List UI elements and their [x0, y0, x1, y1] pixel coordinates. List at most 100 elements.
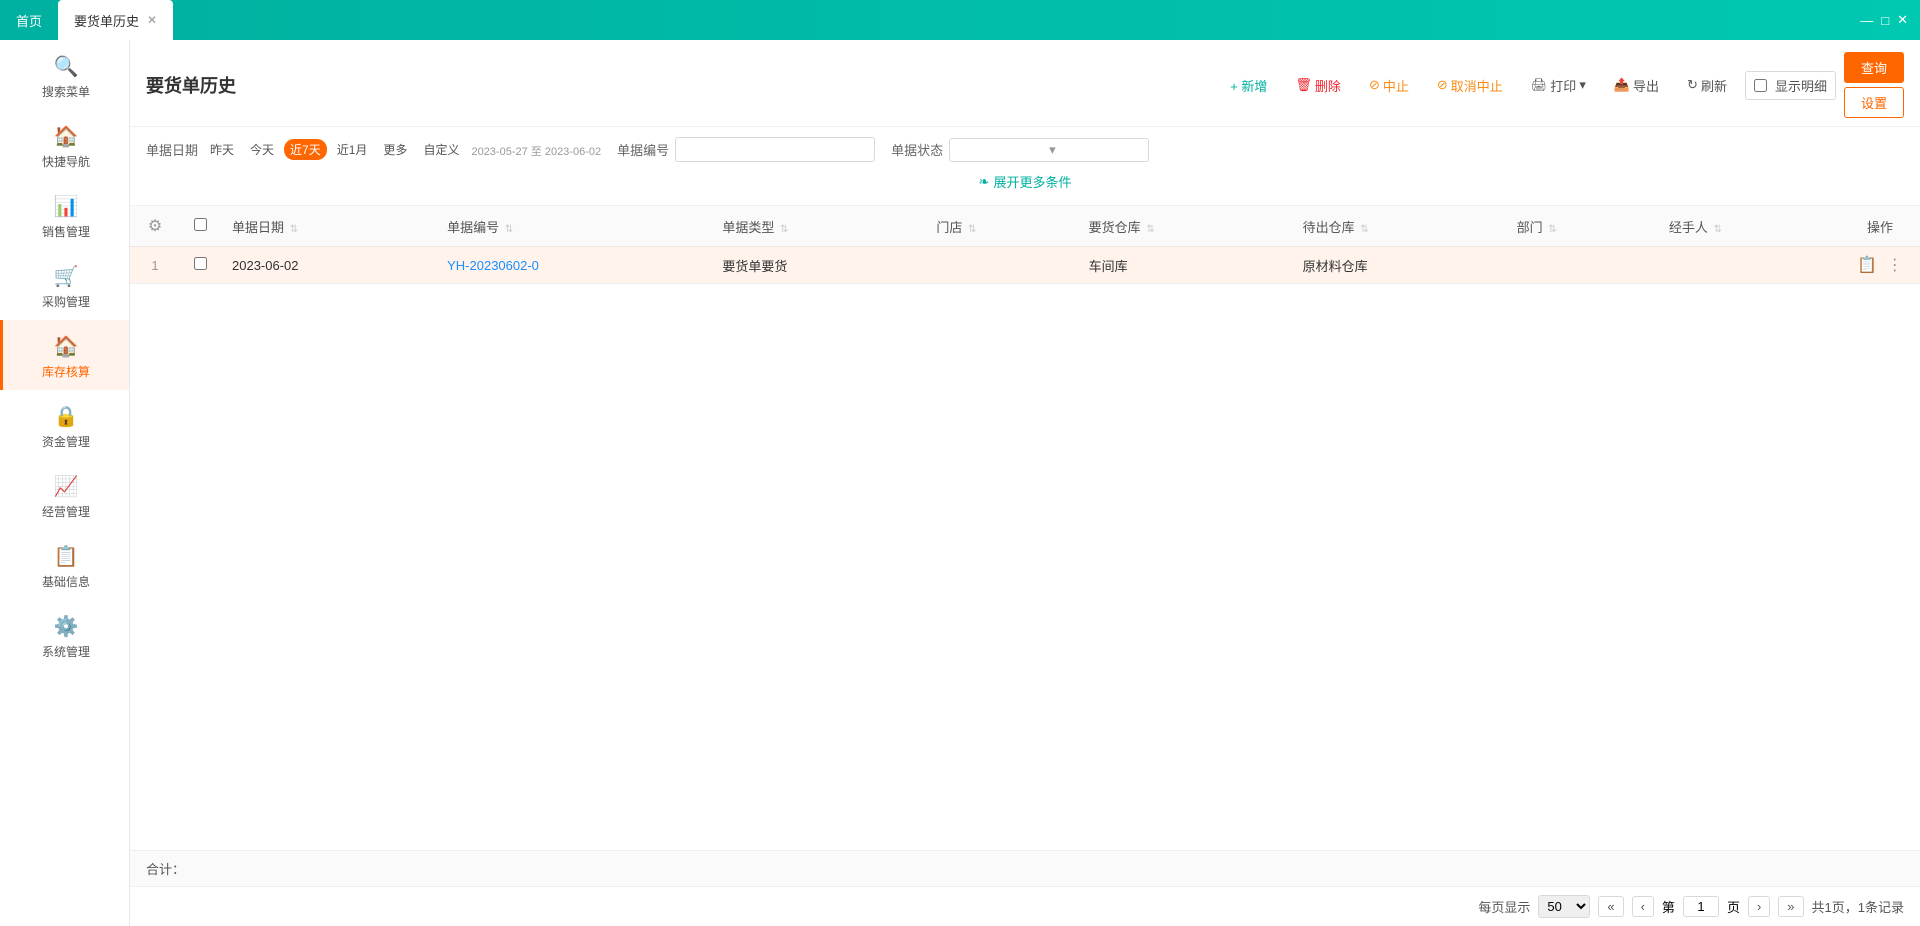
pending-warehouse-sort-icon[interactable]: ⇅ [1360, 224, 1368, 235]
prev-page-button[interactable]: ‹ [1632, 896, 1654, 917]
print-icon: 🖨 [1531, 77, 1548, 93]
tab-close-icon[interactable]: ✕ [147, 13, 157, 27]
tab-home[interactable]: 首页 [0, 0, 58, 40]
row-more-icon[interactable]: ⋮ [1887, 257, 1903, 274]
sidebar-label-inventory: 库存核算 [42, 363, 90, 380]
query-button[interactable]: 查询 [1844, 52, 1904, 83]
check-col-header [180, 206, 220, 247]
shortcut-custom[interactable]: 自定义 [417, 139, 465, 160]
page-header: 要货单历史 + 新增 🗑 删除 ⊘ 中止 ⊘ 取消中止 🖨 打印 [130, 40, 1920, 127]
action-col-header: 操作 [1840, 206, 1920, 247]
shortcut-yesterday[interactable]: 昨天 [204, 139, 240, 160]
sidebar-label-operations: 经营管理 [42, 503, 90, 520]
doc-num-label: 单据编号 [617, 140, 669, 159]
per-page-select[interactable]: 50 20 100 200 [1538, 895, 1590, 918]
department-sort-icon[interactable]: ⇅ [1548, 224, 1556, 235]
shortcut-more[interactable]: 更多 [377, 139, 413, 160]
setting-button[interactable]: 设置 [1844, 87, 1904, 118]
pending-warehouse-col-header: 待出仓库 ⇅ [1291, 206, 1505, 247]
sidebar-item-search-menu[interactable]: 🔍 搜索菜单 [0, 40, 129, 110]
row-edit-icon[interactable]: 📋 [1857, 257, 1877, 274]
sidebar-item-basic-info[interactable]: 📋 基础信息 [0, 530, 129, 600]
basic-info-icon: 📋 [54, 544, 79, 569]
doc-status-filter-group: 单据状态 ▾ [891, 138, 1149, 162]
settings-col-header: ⚙ [130, 206, 180, 247]
filter-area: 单据日期 昨天 今天 近7天 近1月 更多 自定义 2023-05-27 至 2… [130, 127, 1920, 206]
sidebar-item-operations[interactable]: 📈 经营管理 [0, 460, 129, 530]
shortcut-today[interactable]: 今天 [244, 139, 280, 160]
sidebar-item-inventory[interactable]: 🏠 库存核算 [0, 320, 129, 390]
content-area: 要货单历史 + 新增 🗑 删除 ⊘ 中止 ⊘ 取消中止 🖨 打印 [130, 40, 1920, 926]
export-button[interactable]: 📤 导出 [1604, 71, 1669, 100]
minimize-icon[interactable]: — [1860, 13, 1873, 28]
maximize-icon[interactable]: □ [1881, 13, 1889, 28]
row-actions: 📋 ⋮ [1840, 247, 1920, 284]
last-page-button[interactable]: » [1778, 896, 1803, 917]
table-wrapper: ⚙ 单据日期 ⇅ 单据编号 ⇅ [130, 206, 1920, 850]
print-dropdown-icon: ▾ [1579, 77, 1586, 93]
select-all-checkbox[interactable] [194, 218, 207, 231]
top-bar: 首页 要货单历史 ✕ — □ ✕ [0, 0, 1920, 40]
toolbar: + 新增 🗑 删除 ⊘ 中止 ⊘ 取消中止 🖨 打印 ▾ [1220, 52, 1904, 118]
tab-requisition-history[interactable]: 要货单历史 ✕ [58, 0, 173, 40]
table-header: ⚙ 单据日期 ⇅ 单据编号 ⇅ [130, 206, 1920, 247]
row-num: 1 [130, 247, 180, 284]
refresh-button[interactable]: ↻ 刷新 [1677, 71, 1737, 100]
search-menu-icon: 🔍 [54, 54, 79, 79]
table-row: 1 2023-06-02 YH-20230602-0 要货单要货 车间库 原材料… [130, 247, 1920, 284]
table-settings-button[interactable]: ⚙ [148, 216, 162, 236]
doc-status-select[interactable]: ▾ [949, 138, 1149, 162]
row-req-warehouse: 车间库 [1077, 247, 1291, 284]
store-col-header: 门店 ⇅ [924, 206, 1076, 247]
table-footer: 合计： [130, 850, 1920, 886]
pagination: 每页显示 50 20 100 200 « ‹ 第 页 › » 共1页，1条记录 [130, 886, 1920, 926]
delete-button[interactable]: 🗑 删除 [1285, 71, 1351, 100]
sidebar-label-finance: 资金管理 [42, 433, 90, 450]
filter-row-1: 单据日期 昨天 今天 近7天 近1月 更多 自定义 2023-05-27 至 2… [146, 137, 1904, 162]
next-page-button[interactable]: › [1748, 896, 1770, 917]
page-suffix-label: 页 [1727, 897, 1740, 916]
print-button[interactable]: 🖨 打印 ▾ [1521, 71, 1596, 100]
sidebar-item-finance[interactable]: 🔒 资金管理 [0, 390, 129, 460]
page-number-input[interactable] [1683, 896, 1719, 917]
display-detail-checkbox[interactable] [1754, 79, 1767, 92]
table-body: 1 2023-06-02 YH-20230602-0 要货单要货 车间库 原材料… [130, 247, 1920, 284]
topbar-close-icon[interactable]: ✕ [1897, 12, 1908, 28]
store-sort-icon[interactable]: ⇅ [968, 224, 976, 235]
operations-icon: 📈 [54, 474, 79, 499]
sales-mgmt-icon: 📊 [54, 194, 79, 219]
doc-type-col-header: 单据类型 ⇅ [710, 206, 924, 247]
sidebar-item-sales-mgmt[interactable]: 📊 销售管理 [0, 180, 129, 250]
handler-sort-icon[interactable]: ⇅ [1713, 224, 1721, 235]
doc-num-link[interactable]: YH-20230602-0 [447, 258, 539, 273]
shortcut-last-month[interactable]: 近1月 [331, 139, 374, 160]
sidebar-item-purchase-mgmt[interactable]: 🛒 采购管理 [0, 250, 129, 320]
delete-icon: 🗑 [1295, 77, 1312, 93]
row-doc-num: YH-20230602-0 [435, 247, 710, 284]
display-detail-toggle[interactable]: 显示明细 [1745, 71, 1836, 100]
sidebar-label-system-mgmt: 系统管理 [42, 643, 90, 660]
doc-num-sort-icon[interactable]: ⇅ [505, 224, 513, 235]
row-checkbox[interactable] [194, 257, 207, 270]
date-filter-group: 单据日期 昨天 今天 近7天 近1月 更多 自定义 2023-05-27 至 2… [146, 139, 601, 160]
doc-status-dropdown-icon: ▾ [1049, 142, 1140, 158]
stop-button[interactable]: ⊘ 中止 [1359, 71, 1419, 100]
sidebar-label-sales-mgmt: 销售管理 [42, 223, 90, 240]
cancel-stop-button[interactable]: ⊘ 取消中止 [1427, 71, 1513, 100]
sidebar-label-basic-info: 基础信息 [42, 573, 90, 590]
doc-type-sort-icon[interactable]: ⇅ [780, 224, 788, 235]
new-button[interactable]: + 新增 [1220, 71, 1277, 100]
first-page-button[interactable]: « [1598, 896, 1623, 917]
req-warehouse-sort-icon[interactable]: ⇅ [1146, 224, 1154, 235]
sidebar-label-search-menu: 搜索菜单 [42, 83, 90, 100]
shortcut-last7days[interactable]: 近7天 [284, 139, 327, 160]
total-info: 共1页，1条记录 [1812, 897, 1904, 916]
doc-date-sort-icon[interactable]: ⇅ [290, 224, 298, 235]
sidebar-item-system-mgmt[interactable]: ⚙️ 系统管理 [0, 600, 129, 670]
sidebar-item-quick-nav[interactable]: 🏠 快捷导航 [0, 110, 129, 180]
row-doc-type: 要货单要货 [710, 247, 924, 284]
data-table: ⚙ 单据日期 ⇅ 单据编号 ⇅ [130, 206, 1920, 284]
date-shortcuts: 昨天 今天 近7天 近1月 更多 自定义 [204, 139, 465, 160]
doc-num-input[interactable] [675, 137, 875, 162]
expand-more-btn[interactable]: ❧ 展开更多条件 [146, 168, 1904, 195]
